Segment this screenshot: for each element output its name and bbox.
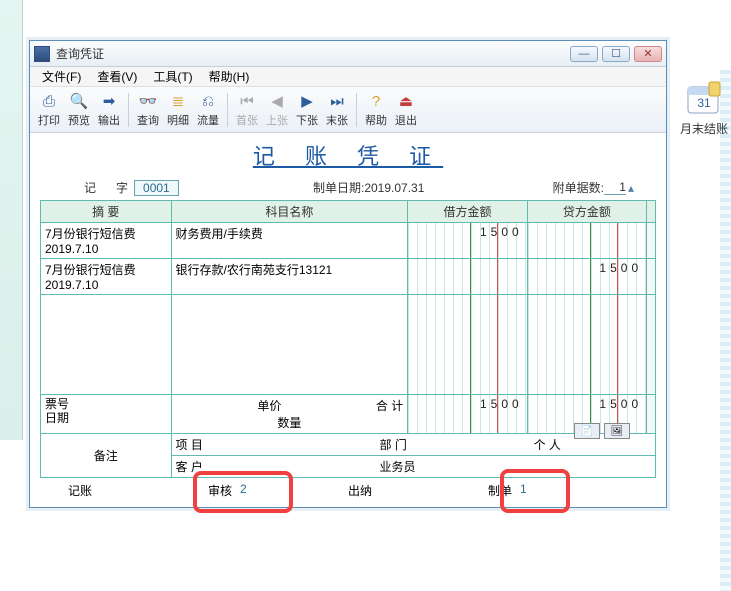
voucher-query-window: 查询凭证 — ☐ ✕ 文件(F) 查看(V) 工具(T) 帮助(H) ⎙打印 🔍… [29, 40, 667, 508]
parent-app-right-strip [720, 70, 731, 591]
next-icon: ▶ [297, 91, 317, 111]
window-title: 查询凭证 [56, 45, 570, 62]
cell-summary-2b: 2019.7.10 [45, 278, 167, 292]
tb-first[interactable]: ⏮首张 [232, 90, 262, 130]
binoculars-icon: 👓 [138, 91, 158, 111]
footer-ticket: 票号 [45, 397, 167, 411]
remark-sales: 业务员 [380, 460, 416, 474]
col-subject: 科目名称 [171, 201, 408, 223]
menu-file[interactable]: 文件(F) [34, 66, 89, 87]
cell-summary-1b: 2019.7.10 [45, 242, 167, 256]
tb-preview[interactable]: 🔍预览 [64, 90, 94, 130]
tb-next[interactable]: ▶下张 [292, 90, 322, 130]
tb-last[interactable]: ⏭末张 [322, 90, 352, 130]
exit-icon: ⏏ [396, 91, 416, 111]
menu-tool[interactable]: 工具(T) [145, 66, 200, 87]
export-icon: ➡ [99, 91, 119, 111]
col-debit: 借方金额 [408, 201, 527, 223]
col-summary: 摘 要 [41, 201, 172, 223]
word-label: 记 [84, 179, 96, 196]
spinner-icon[interactable]: ▴ [628, 181, 634, 195]
calendar-icon: 31 [685, 80, 723, 118]
first-icon: ⏮ [237, 91, 257, 111]
word-label-2: 字 [116, 179, 128, 196]
printer-icon: ⎙ [39, 91, 59, 111]
date-label: 制单日期: [313, 179, 364, 196]
sig-maker-val: 1 [520, 482, 527, 499]
total-label: 合 计 [363, 397, 403, 414]
attach-doc-icon[interactable]: 📄 [574, 423, 600, 439]
remark-customer: 客 户 [176, 460, 203, 474]
list-icon: ≣ [168, 91, 188, 111]
last-icon: ⏭ [327, 91, 347, 111]
voucher-footer-row: 票号 日期 单价 合 计 数量 1500 1500 [41, 395, 656, 434]
cell-credit-2: 1500 [599, 261, 642, 275]
tb-help[interactable]: ?帮助 [361, 90, 391, 130]
voucher-remark-row: 备注 项 目 部 门 个 人 [41, 434, 656, 456]
cell-subject-2: 银行存款/农行南苑支行13121 [171, 259, 408, 295]
tb-flow[interactable]: ⎌流量 [193, 90, 223, 130]
total-debit: 1500 [480, 397, 523, 411]
tb-query[interactable]: 👓查询 [133, 90, 163, 130]
cell-subject-1: 财务费用/手续费 [171, 223, 408, 259]
total-credit: 1500 [599, 397, 642, 411]
table-row-empty[interactable] [41, 295, 656, 395]
menu-view[interactable]: 查看(V) [89, 66, 145, 87]
footer-date: 日期 [45, 411, 167, 425]
tb-output[interactable]: ➡输出 [94, 90, 124, 130]
attach-count[interactable]: 1 [604, 180, 626, 195]
cell-debit-1: 1500 [480, 225, 523, 239]
footer-qty: 数量 [277, 416, 301, 430]
help-icon: ? [366, 91, 386, 111]
flow-icon: ⎌ [198, 91, 218, 111]
cell-summary-1: 7月份银行短信费 [45, 225, 167, 242]
col-credit: 贷方金额 [527, 201, 646, 223]
app-icon [34, 46, 50, 62]
document-title: 记 账 凭 证 [38, 139, 658, 171]
sig-cashier: 出纳 [348, 482, 372, 499]
remark-dept: 部 门 [380, 438, 407, 452]
desktop-shortcut-month-end[interactable]: 31 月末结账 [680, 80, 728, 137]
menubar: 文件(F) 查看(V) 工具(T) 帮助(H) [30, 67, 666, 87]
table-row[interactable]: 7月份银行短信费2019.7.10 财务费用/手续费 1500 [41, 223, 656, 259]
signature-bar: 记账 审核 2 出纳 制单 1 [38, 478, 658, 503]
tb-detail[interactable]: ≣明细 [163, 90, 193, 130]
sig-audit: 审核 [208, 482, 232, 499]
close-button[interactable]: ✕ [634, 46, 662, 62]
remark-project: 项 目 [176, 438, 203, 452]
voucher-info-row: 记 字 0001 制单日期: 2019.07.31 附单据数: 1 ▴ [38, 177, 658, 200]
attach-label: 附单据数: [553, 179, 604, 196]
titlebar[interactable]: 查询凭证 — ☐ ✕ [30, 41, 666, 67]
table-row[interactable]: 7月份银行短信费2019.7.10 银行存款/农行南苑支行13121 1500 [41, 259, 656, 295]
tb-print[interactable]: ⎙打印 [34, 90, 64, 130]
attachment-icons: 📄 🖼 [574, 423, 630, 439]
menu-help[interactable]: 帮助(H) [201, 66, 258, 87]
remark-label: 备注 [94, 449, 118, 463]
cell-summary-2: 7月份银行短信费 [45, 261, 167, 278]
footer-price: 单价 [257, 397, 281, 414]
toolbar: ⎙打印 🔍预览 ➡输出 👓查询 ≣明细 ⎌流量 ⏮首张 ◀上张 ▶下张 ⏭末张 … [30, 87, 666, 133]
desktop-shortcut-label: 月末结账 [680, 120, 728, 137]
parent-app-sidebar [0, 0, 23, 440]
sig-maker: 制单 [488, 482, 512, 499]
svg-text:31: 31 [697, 96, 711, 110]
prev-icon: ◀ [267, 91, 287, 111]
voucher-seq[interactable]: 0001 [134, 180, 179, 196]
minimize-button[interactable]: — [570, 46, 598, 62]
preview-icon: 🔍 [69, 91, 89, 111]
voucher-grid: 摘 要 科目名称 借方金额 贷方金额 7月份银行短信费2019.7.10 财务费… [40, 200, 656, 478]
attach-img-icon[interactable]: 🖼 [604, 423, 630, 439]
tb-exit[interactable]: ⏏退出 [391, 90, 421, 130]
remark-person: 个 人 [534, 438, 561, 452]
voucher-content: 记 账 凭 证 记 字 0001 制单日期: 2019.07.31 附单据数: … [30, 133, 666, 507]
tb-prev[interactable]: ◀上张 [262, 90, 292, 130]
maximize-button[interactable]: ☐ [602, 46, 630, 62]
sig-book: 记账 [68, 482, 92, 499]
voucher-date: 2019.07.31 [364, 181, 424, 195]
sig-audit-val: 2 [240, 482, 247, 499]
